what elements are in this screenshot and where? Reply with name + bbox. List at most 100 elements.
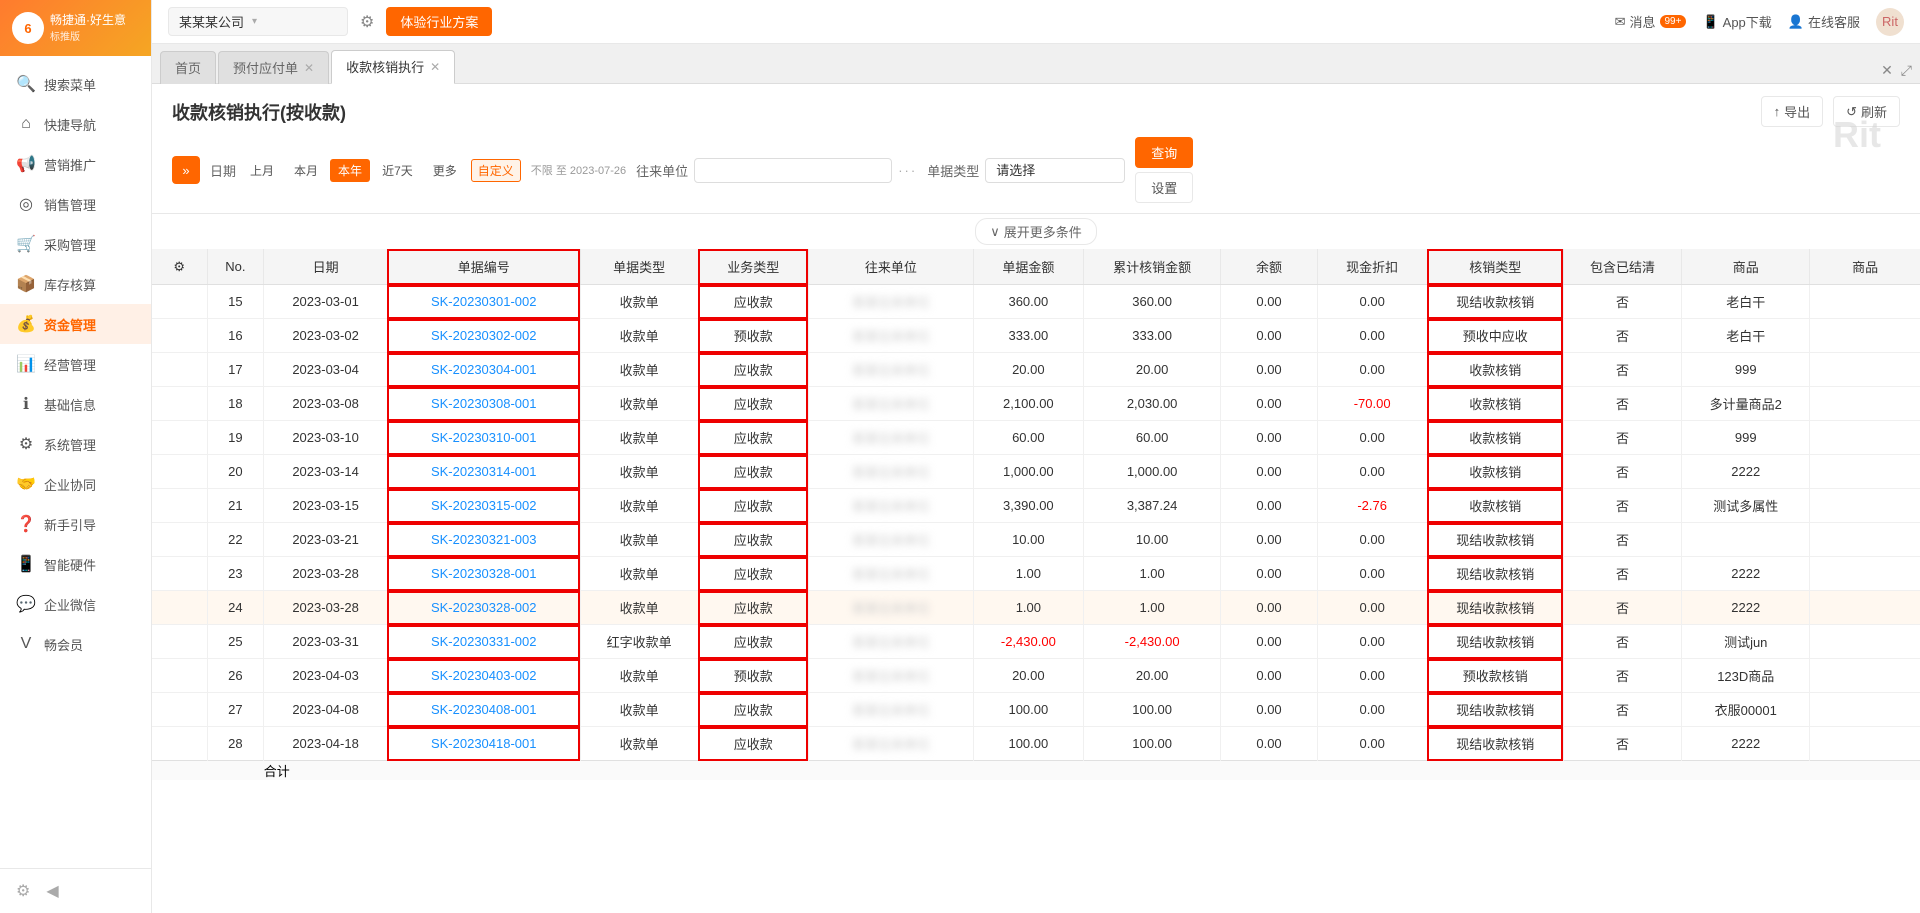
- sidebar-item-purchase[interactable]: 🛒采购管理: [0, 224, 151, 264]
- expand-more-button[interactable]: ∨ 展开更多条件: [975, 218, 1097, 245]
- table-row[interactable]: 232023-03-28SK-20230328-001收款单应收款某某往来单位1…: [152, 557, 1920, 591]
- purchase-icon: 🛒: [16, 234, 36, 254]
- table-row[interactable]: 222023-03-21SK-20230321-003收款单应收款某某往来单位1…: [152, 523, 1920, 557]
- app-download-button[interactable]: 📱 App下载: [1702, 12, 1771, 31]
- bill-no-link[interactable]: SK-20230403-002: [431, 668, 537, 683]
- table-row[interactable]: 182023-03-08SK-20230308-001收款单应收款某某往来单位2…: [152, 387, 1920, 421]
- bill-type-select[interactable]: 请选择: [985, 158, 1125, 183]
- bill-no-link[interactable]: SK-20230418-001: [431, 736, 537, 751]
- tab-prepay-close[interactable]: ✕: [304, 62, 314, 74]
- sidebar-item-wechat[interactable]: 💬企业微信: [0, 584, 151, 624]
- table-row[interactable]: 272023-04-08SK-20230408-001收款单应收款某某往来单位1…: [152, 693, 1920, 727]
- messages-button[interactable]: ✉ 消息 99+: [1615, 12, 1687, 31]
- table-row[interactable]: 262023-04-03SK-20230403-002收款单预收款某某往来单位2…: [152, 659, 1920, 693]
- bill-no-link[interactable]: SK-20230328-001: [431, 566, 537, 581]
- tab-expand-icon[interactable]: ⤢: [1901, 62, 1912, 79]
- cell-bill_no: SK-20230304-001: [387, 353, 580, 387]
- export-button[interactable]: ↑ 导出: [1761, 96, 1824, 127]
- workspace-selector[interactable]: 某某某公司 ▾: [168, 7, 348, 36]
- sidebar-item-collab[interactable]: 🤝企业协同: [0, 464, 151, 504]
- collapse-icon[interactable]: ◀: [46, 881, 58, 901]
- sidebar-item-search[interactable]: 🔍搜索菜单: [0, 64, 151, 104]
- sidebar-item-hardware[interactable]: 📱智能硬件: [0, 544, 151, 584]
- table-row[interactable]: 212023-03-15SK-20230315-002收款单应收款某某往来单位3…: [152, 489, 1920, 523]
- cell-date: 2023-03-08: [264, 387, 388, 421]
- cell-cancel_type: 收款核销: [1427, 353, 1563, 387]
- table-row[interactable]: 172023-03-04SK-20230304-001收款单应收款某某往来单位2…: [152, 353, 1920, 387]
- bill-no-link[interactable]: SK-20230308-001: [431, 396, 537, 411]
- basic-icon: ℹ: [16, 394, 36, 414]
- sidebar-item-nav[interactable]: ⌂快捷导航: [0, 104, 151, 144]
- solution-button[interactable]: 体验行业方案: [386, 7, 492, 36]
- table-row[interactable]: 162023-03-02SK-20230302-002收款单预收款某某往来单位3…: [152, 319, 1920, 353]
- cell-bill_type: 收款单: [580, 523, 698, 557]
- table-row[interactable]: 242023-03-28SK-20230328-002收款单应收款某某往来单位1…: [152, 591, 1920, 625]
- cell-date: 2023-03-14: [264, 455, 388, 489]
- tab-collection-close[interactable]: ✕: [430, 61, 440, 73]
- cell-goods2: [1810, 489, 1920, 523]
- cell-counterpart: 某某往来单位: [808, 285, 973, 319]
- filter-expand-button[interactable]: »: [172, 156, 200, 184]
- cell-balance: 0.00: [1221, 489, 1317, 523]
- cell-settings: [152, 523, 207, 557]
- date-opt-本年[interactable]: 本年: [330, 159, 370, 182]
- bill-no-link[interactable]: SK-20230331-002: [431, 634, 537, 649]
- cell-cancel_type: 现结收款核销: [1427, 557, 1563, 591]
- bill-no-link[interactable]: SK-20230328-002: [431, 600, 537, 615]
- blurred-counterpart: 某某往来单位: [852, 737, 930, 752]
- bill-no-link[interactable]: SK-20230302-002: [431, 328, 537, 343]
- settings-icon[interactable]: ⚙: [16, 881, 30, 901]
- cell-no: 17: [207, 353, 264, 387]
- cell-bill_no: SK-20230418-001: [387, 727, 580, 761]
- tab-home[interactable]: 首页: [160, 51, 216, 84]
- table-row[interactable]: 152023-03-01SK-20230301-002收款单应收款某某往来单位3…: [152, 285, 1920, 319]
- topbar-gear-icon[interactable]: ⚙: [360, 12, 374, 32]
- bill-no-link[interactable]: SK-20230301-002: [431, 294, 537, 309]
- online-service-button[interactable]: 👤 在线客服: [1788, 12, 1860, 31]
- tab-prepay[interactable]: 预付应付单✕: [218, 51, 329, 84]
- table-row[interactable]: 202023-03-14SK-20230314-001收款单应收款某某往来单位1…: [152, 455, 1920, 489]
- sidebar-item-marketing[interactable]: 📢营销推广: [0, 144, 151, 184]
- tab-collection[interactable]: 收款核销执行✕: [331, 50, 455, 84]
- bill-no-link[interactable]: SK-20230304-001: [431, 362, 537, 377]
- footer-cell-cancel_type: [1427, 761, 1563, 781]
- bill-no-link[interactable]: SK-20230314-001: [431, 464, 537, 479]
- setting-button[interactable]: 设置: [1135, 172, 1193, 203]
- bill-no-link[interactable]: SK-20230321-003: [431, 532, 537, 547]
- date-opt-本月[interactable]: 本月: [286, 159, 326, 182]
- sidebar-item-member[interactable]: V畅会员: [0, 624, 151, 664]
- sidebar-item-basic[interactable]: ℹ基础信息: [0, 384, 151, 424]
- col-header-counterpart: 往来单位: [808, 249, 973, 285]
- filter-custom-tag[interactable]: 自定义: [471, 159, 521, 182]
- logo-text: 畅捷通·好生意: [50, 13, 126, 29]
- logo-icon: 6: [12, 12, 44, 44]
- refresh-button[interactable]: ↺ 刷新: [1833, 96, 1900, 127]
- bill-no-link[interactable]: SK-20230408-001: [431, 702, 537, 717]
- sidebar-item-sales[interactable]: ◎销售管理: [0, 184, 151, 224]
- table-row[interactable]: 192023-03-10SK-20230310-001收款单应收款某某往来单位6…: [152, 421, 1920, 455]
- col-header-bill_type: 单据类型: [580, 249, 698, 285]
- counterpart-input[interactable]: [694, 158, 892, 183]
- date-opt-更多[interactable]: 更多: [425, 159, 465, 182]
- cell-bill_type: 红字收款单: [580, 625, 698, 659]
- avatar[interactable]: Rit: [1876, 8, 1904, 36]
- date-opt-近7天[interactable]: 近7天: [374, 159, 421, 182]
- cell-date: 2023-04-18: [264, 727, 388, 761]
- sidebar-item-system[interactable]: ⚙系统管理: [0, 424, 151, 464]
- tab-close-all-icon[interactable]: ✕: [1881, 62, 1893, 79]
- bill-no-link[interactable]: SK-20230310-001: [431, 430, 537, 445]
- sidebar-item-operations[interactable]: 📊经营管理: [0, 344, 151, 384]
- cell-goods2: [1810, 693, 1920, 727]
- export-icon: ↑: [1774, 104, 1781, 119]
- sidebar-item-finance[interactable]: 💰资金管理: [0, 304, 151, 344]
- blurred-counterpart: 某某往来单位: [852, 295, 930, 310]
- table-row[interactable]: 252023-03-31SK-20230331-002红字收款单应收款某某往来单…: [152, 625, 1920, 659]
- query-button[interactable]: 查询: [1135, 137, 1193, 168]
- sidebar-item-inventory[interactable]: 📦库存核算: [0, 264, 151, 304]
- date-opt-上月[interactable]: 上月: [242, 159, 282, 182]
- table-row[interactable]: 282023-04-18SK-20230418-001收款单应收款某某往来单位1…: [152, 727, 1920, 761]
- cell-cash_discount: 0.00: [1317, 285, 1427, 319]
- sidebar-item-guide[interactable]: ❓新手引导: [0, 504, 151, 544]
- cell-biz_type: 预收款: [698, 319, 808, 353]
- bill-no-link[interactable]: SK-20230315-002: [431, 498, 537, 513]
